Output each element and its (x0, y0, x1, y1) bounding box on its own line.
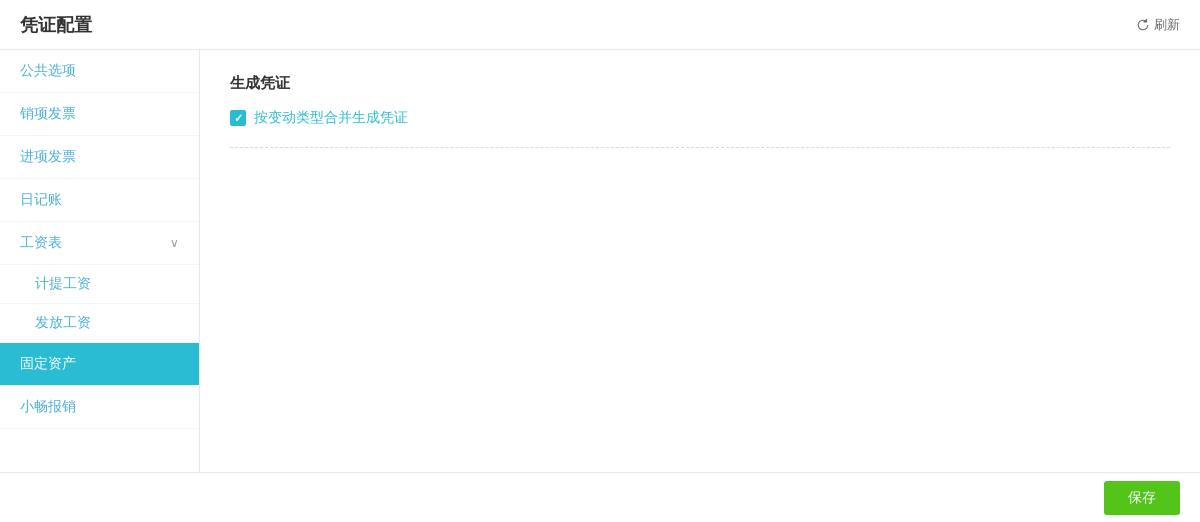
section-title: 生成凭证 (230, 74, 1170, 93)
sidebar-item-label: 小畅报销 (20, 398, 76, 416)
sidebar-item-fixed-assets[interactable]: 固定资产 (0, 343, 199, 386)
sidebar-item-public-options[interactable]: 公共选项 (0, 50, 199, 93)
save-button[interactable]: 保存 (1104, 481, 1180, 515)
main-layout: 公共选项 销项发票 进项发票 日记账 工资表 ∨ 计提工资 发放工资 固定资产 … (0, 50, 1200, 472)
sidebar-item-purchase-invoice[interactable]: 进项发票 (0, 136, 199, 179)
refresh-icon (1136, 18, 1150, 32)
sidebar-item-label: 进项发票 (20, 148, 76, 166)
sidebar-item-sales-invoice[interactable]: 销项发票 (0, 93, 199, 136)
page-footer: 保存 (0, 472, 1200, 522)
page-header: 凭证配置 刷新 (0, 0, 1200, 50)
chevron-down-icon: ∨ (170, 236, 179, 250)
sidebar-item-accrued-salary[interactable]: 计提工资 (0, 265, 199, 304)
sidebar-item-journal[interactable]: 日记账 (0, 179, 199, 222)
sidebar-item-label: 日记账 (20, 191, 62, 209)
sidebar-item-payroll-table[interactable]: 工资表 ∨ (0, 222, 199, 265)
checkbox-label: 按变动类型合并生成凭证 (254, 109, 408, 127)
refresh-label: 刷新 (1154, 16, 1180, 34)
sidebar-item-label: 计提工资 (35, 275, 91, 291)
merge-checkbox[interactable] (230, 110, 246, 126)
sidebar-item-label: 销项发票 (20, 105, 76, 123)
refresh-button[interactable]: 刷新 (1136, 16, 1180, 34)
checkbox-row[interactable]: 按变动类型合并生成凭证 (230, 109, 1170, 127)
sidebar-item-label: 固定资产 (20, 355, 76, 373)
section-divider (230, 147, 1170, 148)
sidebar-item-label: 工资表 (20, 234, 62, 252)
page-title: 凭证配置 (20, 13, 92, 37)
sidebar-item-label: 公共选项 (20, 62, 76, 80)
sidebar-item-paid-salary[interactable]: 发放工资 (0, 304, 199, 343)
sidebar-item-label: 发放工资 (35, 314, 91, 330)
content-area: 生成凭证 按变动类型合并生成凭证 (200, 50, 1200, 472)
sidebar-item-petty-expense[interactable]: 小畅报销 (0, 386, 199, 429)
sidebar: 公共选项 销项发票 进项发票 日记账 工资表 ∨ 计提工资 发放工资 固定资产 … (0, 50, 200, 472)
